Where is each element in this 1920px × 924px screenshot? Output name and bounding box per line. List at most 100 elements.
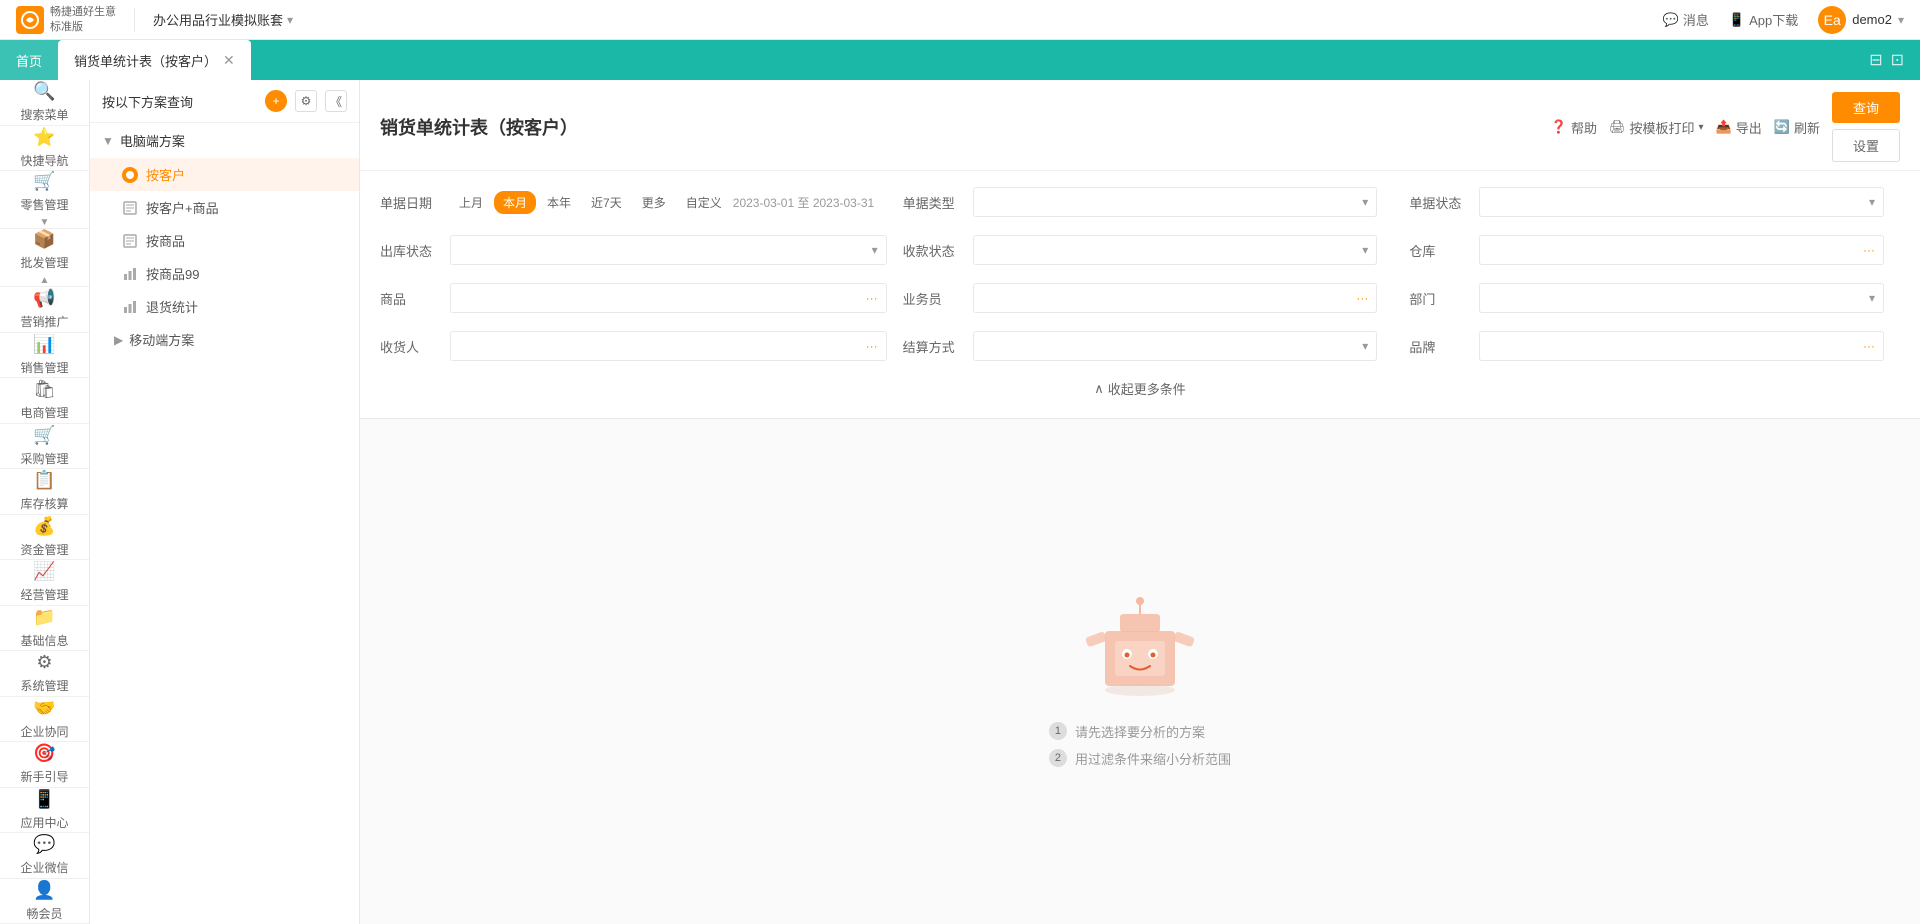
scheme-group-desktop-header[interactable]: ▼ 电脑端方案 (90, 123, 359, 158)
user-info[interactable]: Ea demo2 ▾ (1818, 6, 1904, 34)
filter-doc-type-col: 单据类型 ▾ (887, 183, 1394, 221)
filter-recipient-col: 收货人 ··· (380, 327, 887, 365)
sidebar-item-inventory[interactable]: 📋 库存核算 (0, 469, 89, 515)
collapse-chevron-up-icon: ∧ (1094, 381, 1104, 397)
tab-bar: 首页 销货单统计表（按客户） ✕ ⊟ ⊡ (0, 40, 1920, 80)
sidebar: 🔍 搜索菜单 ⭐ 快捷导航 🛒 零售管理 ▼ 📦 批发管理 ▲ 📢 营销推广 📊… (0, 80, 90, 924)
sales-icon: 📊 (33, 334, 55, 355)
tab-close-icon[interactable]: ✕ (223, 52, 235, 69)
sidebar-item-enterprise-wechat[interactable]: 💬 企业微信 (0, 833, 89, 879)
by-product-99-icon (122, 266, 138, 282)
scheme-item-by-customer[interactable]: 按客户 (90, 158, 359, 191)
help-btn[interactable]: ❓ 帮助 (1551, 118, 1597, 137)
out-status-label: 出库状态 (380, 241, 450, 260)
marketing-icon: 📢 (33, 288, 55, 309)
refresh-icon: 🔄 (1774, 119, 1790, 135)
main-layout: 🔍 搜索菜单 ⭐ 快捷导航 🛒 零售管理 ▼ 📦 批发管理 ▲ 📢 营销推广 📊… (0, 80, 1920, 924)
app-center-icon: 📱 (33, 789, 55, 810)
scheme-group-mobile-header[interactable]: ▶ 移动端方案 (90, 323, 359, 356)
filter-row-3: 商品 ··· 业务员 ··· 部门 (380, 279, 1900, 317)
operation-icon: 📈 (33, 561, 55, 582)
collapse-more-btn[interactable]: ∧ 收起更多条件 (380, 371, 1900, 406)
doc-status-chevron-icon: ▾ (1869, 195, 1875, 209)
sidebar-item-finance[interactable]: 💰 资金管理 (0, 515, 89, 561)
scheme-collapse-btn[interactable]: 《 (325, 90, 347, 112)
sidebar-item-newbie[interactable]: 🎯 新手引导 (0, 742, 89, 788)
tab-home[interactable]: 首页 (0, 40, 58, 80)
wholesale-chevron-icon: ▲ (40, 275, 50, 286)
sidebar-item-basic-info[interactable]: 📁 基础信息 (0, 606, 89, 652)
window-minimize-icon[interactable]: ⊟ (1869, 50, 1882, 70)
date-btn-custom[interactable]: 自定义 (677, 191, 731, 214)
warehouse-select[interactable]: ··· (1479, 235, 1884, 265)
sidebar-item-search-menu[interactable]: 🔍 搜索菜单 (0, 80, 89, 126)
sidebar-item-retail[interactable]: 🛒 零售管理 ▼ (0, 171, 89, 229)
dept-label: 部门 (1409, 289, 1479, 308)
date-btn-last-month[interactable]: 上月 (450, 191, 492, 214)
tab-sales-stat[interactable]: 销货单统计表（按客户） ✕ (58, 40, 251, 80)
settlement-select[interactable]: ▾ (973, 331, 1378, 361)
sidebar-item-wholesale[interactable]: 📦 批发管理 ▲ (0, 229, 89, 287)
sidebar-item-enterprise[interactable]: 🤝 企业协同 (0, 697, 89, 743)
settings-button[interactable]: 设置 (1832, 129, 1900, 162)
salesperson-select[interactable]: ··· (973, 283, 1378, 313)
scheme-header-icons: + ⚙ 《 (265, 90, 347, 112)
export-btn[interactable]: 📤 导出 (1716, 118, 1762, 137)
quick-nav-icon: ⭐ (33, 127, 55, 148)
settings-icon: ⚙ (301, 94, 312, 108)
sidebar-item-quick-nav[interactable]: ⭐ 快捷导航 (0, 126, 89, 172)
phone-icon: 📱 (1729, 12, 1745, 28)
date-label: 单据日期 (380, 193, 450, 212)
receipt-status-select[interactable]: ▾ (973, 235, 1378, 265)
sidebar-item-ecommerce[interactable]: 🛍 电商管理 (0, 378, 89, 424)
recipient-select[interactable]: ··· (450, 331, 887, 361)
date-btn-7days[interactable]: 近7天 (582, 191, 631, 214)
doc-status-select[interactable]: ▾ (1479, 187, 1884, 217)
sidebar-item-system[interactable]: ⚙ 系统管理 (0, 651, 89, 697)
product-select[interactable]: ··· (450, 283, 887, 313)
date-btn-this-year[interactable]: 本年 (538, 191, 580, 214)
app-title-dropdown[interactable]: 办公用品行业模拟账套 ▾ (153, 10, 293, 29)
out-status-select[interactable]: ▾ (450, 235, 887, 265)
right-panel: 销货单统计表（按客户） ❓ 帮助 🖨 按模板打印 ▾ 📤 导出 (360, 80, 1920, 924)
header-left: 畅捷通好生意 标准版 办公用品行业模拟账套 ▾ (16, 5, 293, 34)
app-download-btn[interactable]: 📱 App下载 (1729, 10, 1798, 29)
brand-select[interactable]: ··· (1479, 331, 1884, 361)
print-icon: 🖨 (1609, 119, 1626, 135)
query-button[interactable]: 查询 (1832, 92, 1900, 123)
hint-1-num: 1 (1049, 722, 1067, 740)
inventory-icon: 📋 (33, 470, 55, 491)
date-btn-more[interactable]: 更多 (633, 191, 675, 214)
wholesale-icon: 📦 (33, 229, 55, 250)
retail-chevron-icon: ▼ (40, 217, 50, 228)
sidebar-item-purchase[interactable]: 🛒 采购管理 (0, 424, 89, 470)
scheme-item-by-product[interactable]: 按商品 (90, 224, 359, 257)
sidebar-item-marketing[interactable]: 📢 营销推广 (0, 287, 89, 333)
receipt-status-label: 收款状态 (903, 241, 973, 260)
hint-1-text: 请先选择要分析的方案 (1075, 722, 1205, 741)
filter-doc-status-col: 单据状态 ▾ (1393, 183, 1900, 221)
recipient-dots-icon: ··· (866, 339, 878, 353)
date-btn-this-month[interactable]: 本月 (494, 191, 536, 214)
scheme-item-return-stat[interactable]: 退货统计 (90, 290, 359, 323)
sidebar-item-sales[interactable]: 📊 销售管理 (0, 333, 89, 379)
message-btn[interactable]: 💬 消息 (1663, 10, 1709, 29)
window-maximize-icon[interactable]: ⊡ (1891, 50, 1904, 70)
sidebar-item-app-center[interactable]: 📱 应用中心 (0, 788, 89, 834)
ecommerce-icon: 🛍 (33, 379, 56, 400)
refresh-btn[interactable]: 🔄 刷新 (1774, 118, 1820, 137)
mobile-collapse-icon: ▶ (114, 333, 123, 347)
product-label: 商品 (380, 289, 450, 308)
filter-row-4: 收货人 ··· 结算方式 ▾ 品牌 (380, 327, 1900, 365)
print-btn[interactable]: 🖨 按模板打印 ▾ (1609, 118, 1704, 137)
sidebar-item-operation[interactable]: 📈 经营管理 (0, 560, 89, 606)
doc-type-select[interactable]: ▾ (973, 187, 1378, 217)
scheme-item-by-product-99[interactable]: 按商品99 (90, 257, 359, 290)
scheme-add-btn[interactable]: + (265, 90, 287, 112)
dept-select[interactable]: ▾ (1479, 283, 1884, 313)
sidebar-item-member[interactable]: 👤 畅会员 (0, 879, 89, 924)
empty-hint-2: 2 用过滤条件来缩小分析范围 (1049, 749, 1231, 768)
scheme-panel: 按以下方案查询 + ⚙ 《 ▼ 电脑端方案 (90, 80, 360, 924)
scheme-item-by-customer-product[interactable]: 按客户+商品 (90, 191, 359, 224)
scheme-settings-btn[interactable]: ⚙ (295, 90, 317, 112)
